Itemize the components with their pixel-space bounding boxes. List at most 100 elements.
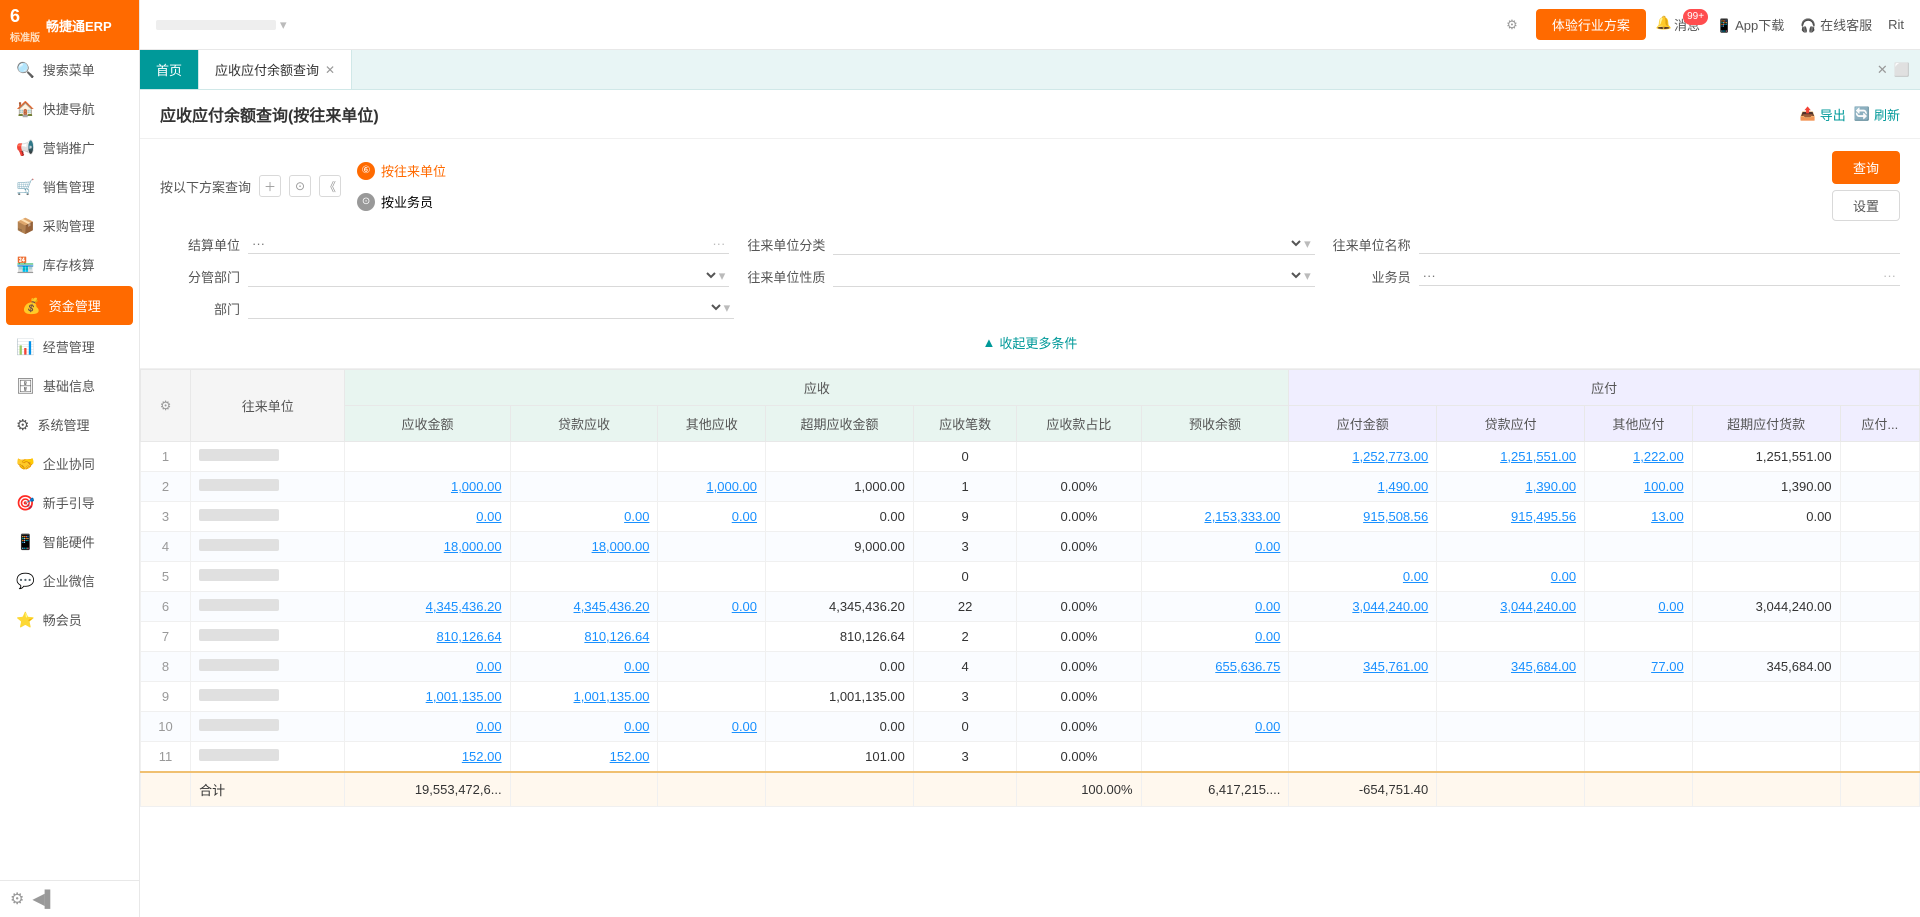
tab-close-icon[interactable]: ✕ [325, 63, 335, 77]
dept-manager-select[interactable] [252, 267, 719, 284]
data-cell[interactable]: 0.00 [1141, 592, 1289, 622]
data-cell[interactable] [1289, 712, 1437, 742]
partner-name-input-wrap[interactable] [1419, 234, 1900, 254]
scheme-by-salesman[interactable]: ⊙ 按业务员 [349, 188, 454, 215]
data-cell[interactable]: 13.00 [1585, 502, 1693, 532]
partner-category-select-wrap[interactable]: ▾ [833, 233, 1314, 255]
user-avatar-text[interactable]: Rit [1888, 17, 1904, 32]
data-cell[interactable]: 0.00 [510, 712, 658, 742]
department-select[interactable] [252, 299, 724, 316]
data-cell[interactable]: 2,153,333.00 [1141, 502, 1289, 532]
sidebar-item-marketing[interactable]: 📢 营销推广 [0, 128, 139, 167]
data-cell[interactable]: 18,000.00 [345, 532, 510, 562]
data-cell[interactable]: 0.00 [1141, 712, 1289, 742]
notification-wrap[interactable]: 🔔 99+ 消息 [1656, 15, 1700, 34]
sidebar-item-inventory[interactable]: 🏪 库存核算 [0, 245, 139, 284]
data-cell[interactable]: 0.00 [1289, 562, 1437, 592]
salesman-input-wrap[interactable]: ··· [1419, 266, 1900, 286]
data-cell[interactable]: 0.00 [658, 502, 766, 532]
data-cell[interactable] [1585, 712, 1693, 742]
data-cell[interactable] [1141, 742, 1289, 773]
data-cell[interactable] [1585, 682, 1693, 712]
partner-nature-select[interactable] [837, 267, 1304, 284]
sidebar-item-guide[interactable]: 🎯 新手引导 [0, 483, 139, 522]
data-cell[interactable] [1585, 562, 1693, 592]
data-cell[interactable]: 1,000.00 [658, 472, 766, 502]
data-cell[interactable]: 0.00 [345, 652, 510, 682]
data-cell[interactable] [1437, 742, 1585, 773]
data-cell[interactable] [510, 472, 658, 502]
settlement-unit-input[interactable] [252, 236, 712, 251]
data-cell[interactable]: 1,222.00 [1585, 442, 1693, 472]
data-cell[interactable] [1437, 682, 1585, 712]
data-cell[interactable]: 77.00 [1585, 652, 1693, 682]
data-cell[interactable] [658, 562, 766, 592]
sidebar-collapse-btn[interactable]: ◀▌ [32, 889, 56, 909]
table-settings-icon-cell[interactable]: ⚙ [141, 370, 191, 442]
data-cell[interactable] [345, 562, 510, 592]
topbar-gear-icon[interactable]: ⚙ [1506, 17, 1518, 33]
sidebar-item-collab[interactable]: 🤝 企业协同 [0, 444, 139, 483]
data-cell[interactable] [1141, 562, 1289, 592]
data-cell[interactable] [1141, 442, 1289, 472]
data-cell[interactable] [1289, 532, 1437, 562]
online-service-link[interactable]: 🎧 在线客服 [1800, 15, 1872, 34]
sidebar-settings-btn[interactable]: ⚙ [10, 889, 24, 909]
sidebar-item-search[interactable]: 🔍 搜索菜单 [0, 50, 139, 89]
data-cell[interactable] [1141, 682, 1289, 712]
data-cell[interactable] [1141, 472, 1289, 502]
tab-close-window-icon[interactable]: ✕ [1877, 62, 1888, 78]
sidebar-item-vip[interactable]: ⭐ 畅会员 [0, 600, 139, 639]
data-cell[interactable] [658, 652, 766, 682]
sidebar-item-hardware[interactable]: 📱 智能硬件 [0, 522, 139, 561]
data-cell[interactable]: 0.00 [510, 652, 658, 682]
data-cell[interactable] [1437, 712, 1585, 742]
data-cell[interactable]: 0.00 [1141, 622, 1289, 652]
data-cell[interactable]: 0.00 [658, 592, 766, 622]
data-cell[interactable]: 3,044,240.00 [1289, 592, 1437, 622]
sidebar-item-system[interactable]: ⚙ 系统管理 [0, 405, 139, 444]
data-cell[interactable] [1289, 742, 1437, 773]
data-cell[interactable]: 152.00 [510, 742, 658, 773]
data-cell[interactable]: 915,495.56 [1437, 502, 1585, 532]
sidebar-item-purchase[interactable]: 📦 采购管理 [0, 206, 139, 245]
data-cell[interactable]: 0.00 [1141, 532, 1289, 562]
data-cell[interactable] [1289, 682, 1437, 712]
tab-expand-icon[interactable]: ⬜ [1894, 62, 1910, 78]
data-cell[interactable]: 655,636.75 [1141, 652, 1289, 682]
partner-name-input[interactable] [1423, 236, 1896, 251]
refresh-button[interactable]: 🔄 刷新 [1854, 105, 1900, 124]
data-cell[interactable] [1437, 532, 1585, 562]
data-cell[interactable]: 1,000.00 [345, 472, 510, 502]
sidebar-item-operations[interactable]: 📊 经营管理 [0, 327, 139, 366]
data-cell[interactable]: 1,001,135.00 [510, 682, 658, 712]
data-cell[interactable]: 4,345,436.20 [510, 592, 658, 622]
data-cell[interactable] [658, 742, 766, 773]
data-cell[interactable]: 100.00 [1585, 472, 1693, 502]
data-cell[interactable] [1437, 622, 1585, 652]
data-cell[interactable]: 0.00 [1585, 592, 1693, 622]
data-cell[interactable]: 1,390.00 [1437, 472, 1585, 502]
data-cell[interactable]: 345,684.00 [1437, 652, 1585, 682]
data-cell[interactable] [1585, 532, 1693, 562]
data-cell[interactable]: 810,126.64 [510, 622, 658, 652]
data-cell[interactable]: 18,000.00 [510, 532, 658, 562]
solution-button[interactable]: 体验行业方案 [1536, 9, 1646, 40]
sidebar-item-sales[interactable]: 🛒 销售管理 [0, 167, 139, 206]
settlement-unit-input-wrap[interactable]: ··· [248, 234, 729, 254]
partner-nature-select-wrap[interactable]: ▾ [833, 265, 1314, 287]
data-cell[interactable] [510, 442, 658, 472]
data-cell[interactable]: 0.00 [345, 712, 510, 742]
data-cell[interactable]: 1,251,551.00 [1437, 442, 1585, 472]
data-cell[interactable]: 0.00 [510, 502, 658, 532]
settings-query-button[interactable]: 设置 [1832, 190, 1900, 221]
data-cell[interactable]: 0.00 [345, 502, 510, 532]
data-cell[interactable] [658, 682, 766, 712]
collapse-button[interactable]: ▲ 收起更多条件 [160, 329, 1900, 356]
data-cell[interactable]: 1,252,773.00 [1289, 442, 1437, 472]
data-cell[interactable]: 915,508.56 [1289, 502, 1437, 532]
data-cell[interactable]: 152.00 [345, 742, 510, 773]
sidebar-item-quick-nav[interactable]: 🏠 快捷导航 [0, 89, 139, 128]
scheme-by-partner[interactable]: ⑥ 按往来单位 [349, 157, 454, 184]
sidebar-item-finance[interactable]: 💰 资金管理 [6, 286, 133, 325]
